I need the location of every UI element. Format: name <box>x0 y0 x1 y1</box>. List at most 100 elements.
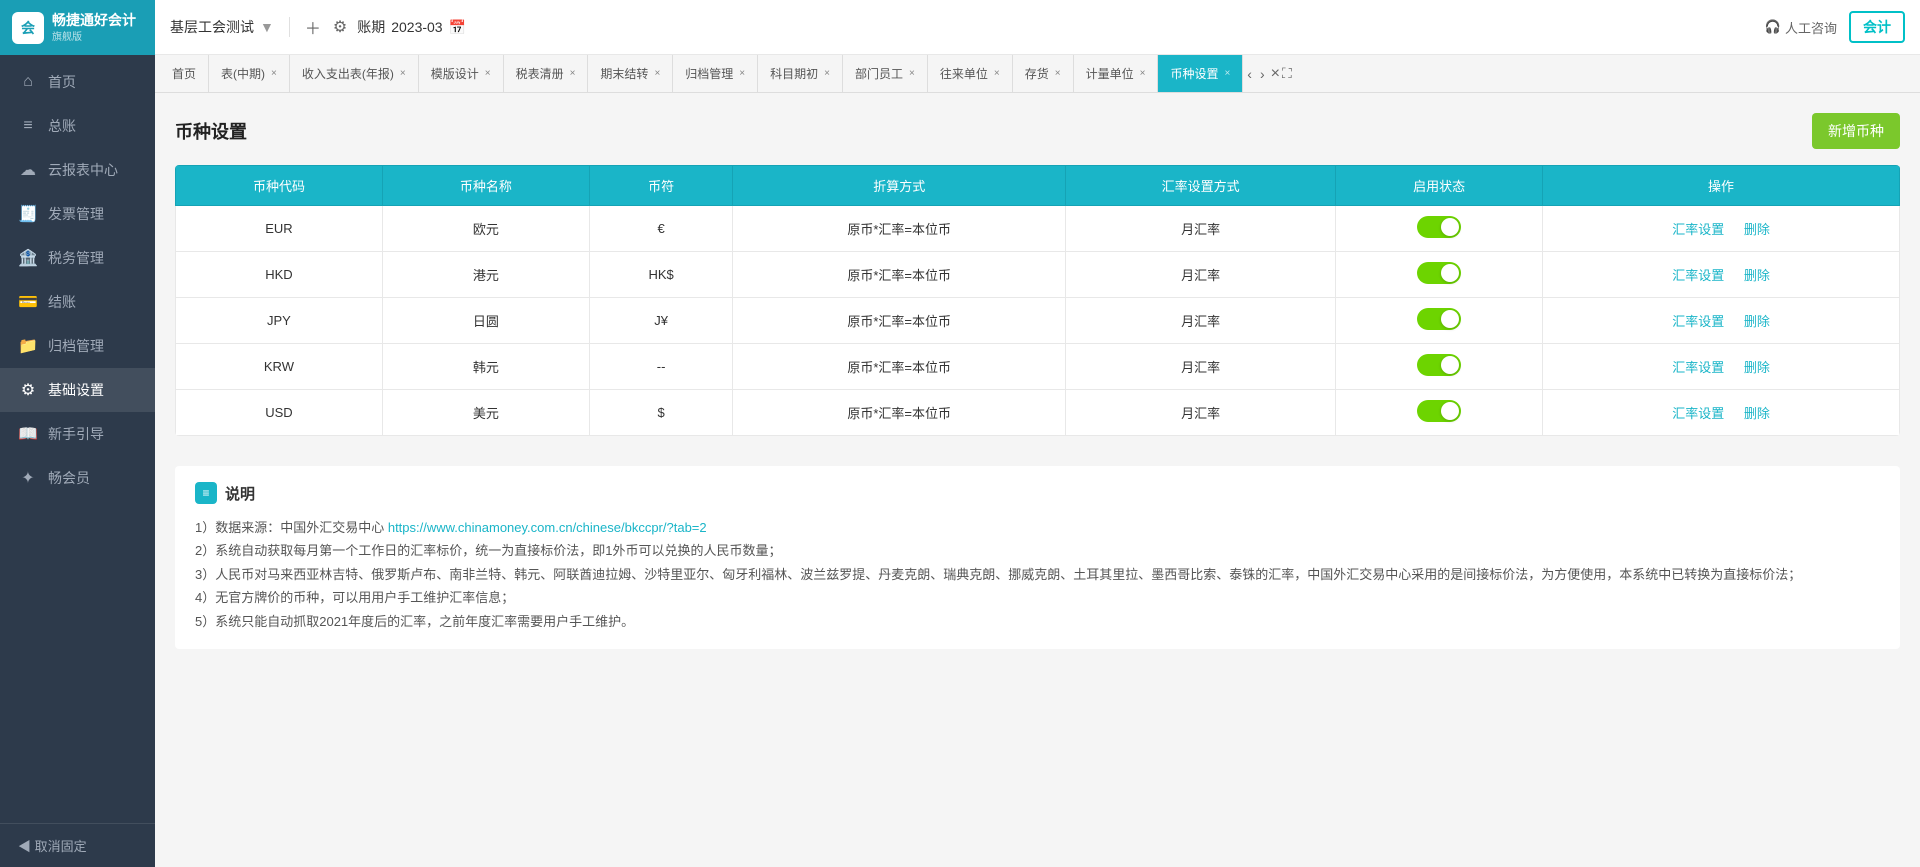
sidebar-item-label-invoice: 发票管理 <box>48 204 104 224</box>
project-selector[interactable]: 基层工会测试 ▼ <box>170 17 274 37</box>
tab-income-close[interactable]: × <box>400 68 406 79</box>
member-icon: ✦ <box>18 468 38 488</box>
cell-symbol: J¥ <box>589 298 733 344</box>
rate-setting-link[interactable]: 汇率设置 <box>1672 222 1724 237</box>
tab-taxclear[interactable]: 税表清册 × <box>504 55 589 92</box>
tab-yearend-close[interactable]: × <box>654 68 660 79</box>
cell-calc: 原币*汇率=本位币 <box>733 252 1066 298</box>
cell-status <box>1336 206 1543 252</box>
app-name: 畅捷通好会计 <box>52 12 136 29</box>
tab-subjects[interactable]: 科目期初 × <box>758 55 843 92</box>
status-toggle[interactable] <box>1417 262 1461 284</box>
tab-currency-close[interactable]: × <box>1224 68 1230 79</box>
tab-subjects-close[interactable]: × <box>824 68 830 79</box>
cell-symbol: $ <box>589 390 733 436</box>
sidebar: 会 畅捷通好会计 旗舰版 ⌂ 首页 ≡ 总账 ☁ 云报表中心 🧾 发票管理 🏦 … <box>0 0 155 867</box>
calendar-icon[interactable]: 📅 <box>449 19 466 36</box>
tab-balance[interactable]: 表(中期) × <box>209 55 290 92</box>
sidebar-item-guide[interactable]: 📖 新手引导 <box>0 412 155 456</box>
cell-code: JPY <box>176 298 383 344</box>
notes-title: ≡ 说明 <box>195 482 1880 504</box>
status-toggle[interactable] <box>1417 308 1461 330</box>
tab-income[interactable]: 收入支出表(年报) × <box>290 55 419 92</box>
notes-icon: ≡ <box>195 482 217 504</box>
delete-link[interactable]: 删除 <box>1744 268 1770 283</box>
tab-balance-label: 表(中期) <box>221 65 265 82</box>
cell-status <box>1336 390 1543 436</box>
sidebar-item-checkout[interactable]: 💳 结账 <box>0 280 155 324</box>
project-dropdown-icon: ▼ <box>260 19 274 35</box>
tab-taxclear-close[interactable]: × <box>570 68 576 79</box>
add-tab-button[interactable]: ＋ <box>305 15 321 39</box>
tab-customers-close[interactable]: × <box>994 68 1000 79</box>
new-currency-button[interactable]: 新增币种 <box>1812 113 1900 149</box>
period-display: 账期 2023-03 📅 <box>357 17 466 37</box>
delete-link[interactable]: 删除 <box>1744 222 1770 237</box>
col-header-status: 启用状态 <box>1336 166 1543 206</box>
tab-archivemgt[interactable]: 归档管理 × <box>673 55 758 92</box>
col-header-action: 操作 <box>1543 166 1900 206</box>
sidebar-item-invoice[interactable]: 🧾 发票管理 <box>0 192 155 236</box>
tab-units-close[interactable]: × <box>1140 68 1146 79</box>
tab-currency-label: 币种设置 <box>1170 65 1218 82</box>
notes-item: 1）数据来源：中国外汇交易中心 https://www.chinamoney.c… <box>195 516 1880 539</box>
tab-units[interactable]: 计量单位 × <box>1074 55 1159 92</box>
col-header-name: 币种名称 <box>382 166 589 206</box>
tab-prev-button[interactable]: ‹ <box>1243 66 1256 82</box>
tab-close-all-button[interactable]: × <box>1271 65 1280 83</box>
support-button[interactable]: 🎧 人工咨询 <box>1765 18 1837 37</box>
period-value: 2023-03 <box>391 19 442 35</box>
tab-inventory-close[interactable]: × <box>1055 68 1061 79</box>
sidebar-item-reports[interactable]: ☁ 云报表中心 <box>0 148 155 192</box>
tab-template-close[interactable]: × <box>485 68 491 79</box>
delete-link[interactable]: 删除 <box>1744 406 1770 421</box>
sidebar-item-label-reports: 云报表中心 <box>48 160 118 180</box>
delete-link[interactable]: 删除 <box>1744 314 1770 329</box>
rate-setting-link[interactable]: 汇率设置 <box>1672 314 1724 329</box>
tab-currency[interactable]: 币种设置 × <box>1158 55 1243 92</box>
period-label: 账期 <box>357 17 385 37</box>
rate-setting-link[interactable]: 汇率设置 <box>1672 406 1724 421</box>
tab-expand-button[interactable]: ⛶ <box>1282 65 1292 82</box>
tab-template[interactable]: 模版设计 × <box>419 55 504 92</box>
tab-inventory[interactable]: 存货 × <box>1013 55 1074 92</box>
tab-yearend[interactable]: 期末结转 × <box>588 55 673 92</box>
cell-actions: 汇率设置 删除 <box>1543 344 1900 390</box>
cell-rate-type: 月汇率 <box>1065 298 1335 344</box>
table-row: EUR 欧元 € 原币*汇率=本位币 月汇率 汇率设置 删除 <box>176 206 1900 252</box>
sidebar-toggle-pin[interactable]: ◀ 取消固定 <box>0 823 155 867</box>
tab-balance-close[interactable]: × <box>271 68 277 79</box>
rate-setting-link[interactable]: 汇率设置 <box>1672 268 1724 283</box>
kuaiji-button[interactable]: 会计 <box>1849 11 1905 43</box>
notes-title-text: 说明 <box>225 483 255 504</box>
cell-actions: 汇率设置 删除 <box>1543 206 1900 252</box>
app-edition: 旗舰版 <box>52 28 136 43</box>
sidebar-item-settings[interactable]: ⚙ 基础设置 <box>0 368 155 412</box>
rate-setting-link[interactable]: 汇率设置 <box>1672 360 1724 375</box>
tab-dept[interactable]: 部门员工 × <box>843 55 928 92</box>
guide-icon: 📖 <box>18 424 38 444</box>
topbar: 基层工会测试 ▼ ＋ ⚙ 账期 2023-03 📅 🎧 人工咨询 会计 <box>155 0 1920 55</box>
cell-calc: 原币*汇率=本位币 <box>733 390 1066 436</box>
sidebar-item-member[interactable]: ✦ 畅会员 <box>0 456 155 500</box>
sidebar-item-home[interactable]: ⌂ 首页 <box>0 60 155 104</box>
tab-yearend-label: 期末结转 <box>600 65 648 82</box>
tab-dept-close[interactable]: × <box>909 68 915 79</box>
sidebar-item-tax[interactable]: 🏦 税务管理 <box>0 236 155 280</box>
delete-link[interactable]: 删除 <box>1744 360 1770 375</box>
sidebar-item-ledger[interactable]: ≡ 总账 <box>0 104 155 148</box>
cell-name: 美元 <box>382 390 589 436</box>
cell-rate-type: 月汇率 <box>1065 344 1335 390</box>
settings-gear-button[interactable]: ⚙ <box>333 17 347 37</box>
tab-archivemgt-close[interactable]: × <box>739 68 745 79</box>
notes-link[interactable]: https://www.chinamoney.com.cn/chinese/bk… <box>388 520 707 535</box>
status-toggle[interactable] <box>1417 400 1461 422</box>
tab-customers[interactable]: 往来单位 × <box>928 55 1013 92</box>
tab-next-button[interactable]: › <box>1256 66 1269 82</box>
status-toggle[interactable] <box>1417 216 1461 238</box>
sidebar-item-label-member: 畅会员 <box>48 468 90 488</box>
logo-icon: 会 <box>12 12 44 44</box>
tab-home[interactable]: 首页 <box>160 55 209 92</box>
status-toggle[interactable] <box>1417 354 1461 376</box>
sidebar-item-archive[interactable]: 📁 归档管理 <box>0 324 155 368</box>
